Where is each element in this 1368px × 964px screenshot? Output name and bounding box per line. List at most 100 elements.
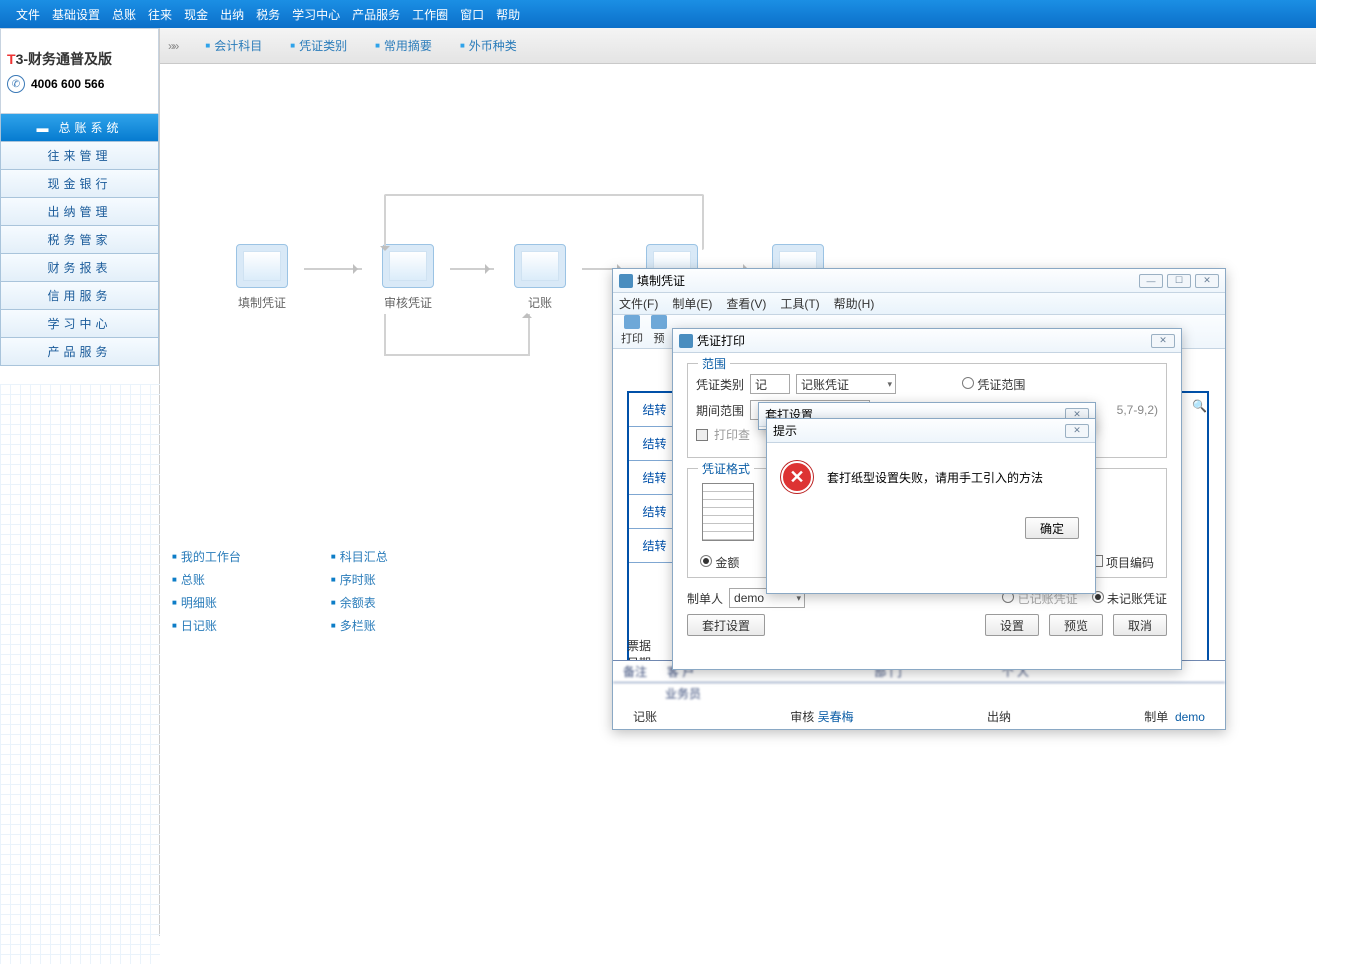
menu-cashier[interactable]: 出纳 <box>214 6 250 23</box>
alert-dialog: 提示 ✕ ✕ 套打纸型设置失败，请用手工引入的方法 确定 <box>766 418 1096 594</box>
brand-t: T <box>7 51 16 67</box>
voucher-footer: 备注 客 户 部 门 个 人 业务员 记账 审核 吴春梅 出纳 制单 demo <box>613 660 1225 729</box>
ql-balance[interactable]: 余额表 <box>331 594 388 611</box>
alert-titlebar[interactable]: 提示 ✕ <box>767 419 1095 443</box>
flow-line <box>384 194 704 250</box>
ql-subject-sum[interactable]: 科目汇总 <box>331 548 388 565</box>
sidebar-grid-bg <box>0 384 160 964</box>
lbl-amount: 金额 <box>715 556 739 570</box>
close-button[interactable]: ✕ <box>1151 334 1175 348</box>
lbl-vrange: 凭证范围 <box>977 378 1025 392</box>
voucher-window-title: 填制凭证 <box>637 272 685 289</box>
btn-taoda-setting[interactable]: 套打设置 <box>687 614 765 636</box>
print-dialog-titlebar[interactable]: 凭证打印 ✕ <box>673 329 1181 353</box>
tb-preview[interactable]: 预 <box>649 315 669 346</box>
tb-print[interactable]: 打印 <box>619 315 645 346</box>
menu-tax[interactable]: 税务 <box>250 6 286 23</box>
legend-format: 凭证格式 <box>698 460 754 477</box>
app-icon <box>679 334 693 348</box>
nav-list: ▬总账系统 往来管理 现金银行 出纳管理 税务管家 财务报表 信用服务 学习中心… <box>0 114 159 366</box>
alert-message: 套打纸型设置失败，请用手工引入的方法 <box>827 469 1043 486</box>
vmenu-view[interactable]: 查看(V) <box>726 295 766 312</box>
menu-product[interactable]: 产品服务 <box>346 6 406 23</box>
flow-post[interactable]: 记账 <box>500 244 580 311</box>
menu-window[interactable]: 窗口 <box>454 6 490 23</box>
ok-button[interactable]: 确定 <box>1025 517 1079 539</box>
lbl-creator: 制单人 <box>687 590 723 607</box>
preview-icon <box>651 315 667 329</box>
arrow-icon <box>304 268 362 270</box>
menu-file[interactable]: 文件 <box>10 6 46 23</box>
nav-product[interactable]: 产品服务 <box>0 338 159 366</box>
ql-gl[interactable]: 总账 <box>172 571 241 588</box>
nav-gl-system[interactable]: ▬总账系统 <box>0 114 159 142</box>
sublink-account[interactable]: 会计科目 <box>205 37 262 54</box>
menu-help[interactable]: 帮助 <box>490 6 526 23</box>
ql-detail[interactable]: 明细账 <box>172 594 241 611</box>
lbl-cashier: 出纳 <box>987 708 1011 725</box>
sub-toolbar: »» 会计科目 凭证类别 常用摘要 外币种类 <box>160 28 1316 64</box>
menu-cash[interactable]: 现金 <box>178 6 214 23</box>
hotline: ✆ 4006 600 566 <box>7 75 152 93</box>
menu-workcircle[interactable]: 工作圈 <box>406 6 454 23</box>
ql-workbench[interactable]: 我的工作台 <box>172 548 241 565</box>
btn-setting[interactable]: 设置 <box>985 614 1039 636</box>
nav-cashier-mgmt[interactable]: 出纳管理 <box>0 198 159 226</box>
lbl-showcode: 项目编码 <box>1106 556 1154 570</box>
ql-multicol[interactable]: 多栏账 <box>331 617 388 634</box>
lbl-remark: 备注 <box>623 663 647 680</box>
sidebar: T3-财务通普及版 ✆ 4006 600 566 ▬总账系统 往来管理 现金银行… <box>0 28 160 936</box>
sublink-vtype[interactable]: 凭证类别 <box>290 37 347 54</box>
nav-cash-bank[interactable]: 现金银行 <box>0 170 159 198</box>
chk-printq <box>696 429 708 441</box>
legend-range: 范围 <box>698 355 730 372</box>
quick-links: 我的工作台 总账 明细账 日记账 科目汇总 序时账 余额表 多栏账 <box>172 548 388 634</box>
voucher-window-menu: 文件(F) 制单(E) 查看(V) 工具(T) 帮助(H) <box>613 293 1225 315</box>
close-button[interactable]: ✕ <box>1195 274 1219 288</box>
nav-ar-mgmt[interactable]: 往来管理 <box>0 142 159 170</box>
minimize-button[interactable]: — <box>1139 274 1163 288</box>
voucher-window-titlebar[interactable]: 填制凭证 — ☐ ✕ <box>613 269 1225 293</box>
menu-gl[interactable]: 总账 <box>106 6 142 23</box>
btn-preview[interactable]: 预览 <box>1049 614 1103 636</box>
radio-vrange[interactable] <box>962 377 974 389</box>
type-long-combo[interactable]: 记账凭证 <box>796 374 896 394</box>
vmenu-tool[interactable]: 工具(T) <box>780 295 819 312</box>
menu-ar[interactable]: 往来 <box>142 6 178 23</box>
top-menu-bar: 文件 基础设置 总账 往来 现金 出纳 税务 学习中心 产品服务 工作圈 窗口 … <box>0 0 1316 28</box>
nav-credit[interactable]: 信用服务 <box>0 282 159 310</box>
vmenu-file[interactable]: 文件(F) <box>619 295 658 312</box>
lbl-voucher-type: 凭证类别 <box>696 376 744 393</box>
menu-learn[interactable]: 学习中心 <box>286 6 346 23</box>
lbl-period: 期间范围 <box>696 402 744 419</box>
type-short-field[interactable]: 记 <box>750 374 790 394</box>
alert-title: 提示 <box>773 422 797 439</box>
lbl-printq: 打印查 <box>714 426 750 443</box>
expand-icon[interactable]: »» <box>168 39 177 53</box>
print-dialog-title: 凭证打印 <box>697 332 745 349</box>
search-icon[interactable]: 🔍 <box>1192 399 1207 413</box>
error-icon: ✕ <box>781 461 813 493</box>
app-icon <box>619 274 633 288</box>
nav-learn[interactable]: 学习中心 <box>0 310 159 338</box>
ql-chrono[interactable]: 序时账 <box>331 571 388 588</box>
flow-create-voucher[interactable]: 填制凭证 <box>222 244 302 311</box>
format-thumb-icon <box>702 483 754 541</box>
btn-cancel[interactable]: 取消 <box>1113 614 1167 636</box>
sublink-summary[interactable]: 常用摘要 <box>375 37 432 54</box>
alert-body: ✕ 套打纸型设置失败，请用手工引入的方法 <box>767 443 1095 517</box>
vmenu-help[interactable]: 帮助(H) <box>834 295 875 312</box>
printer-icon <box>624 315 640 329</box>
sublink-currency[interactable]: 外币种类 <box>460 37 517 54</box>
nav-tax-mgmt[interactable]: 税务管家 <box>0 226 159 254</box>
ql-journal[interactable]: 日记账 <box>172 617 241 634</box>
vmenu-edit[interactable]: 制单(E) <box>672 295 712 312</box>
maximize-button[interactable]: ☐ <box>1167 274 1191 288</box>
lbl-audit: 审核 吴春梅 <box>790 708 853 725</box>
radio-amount[interactable] <box>700 555 712 567</box>
lbl-maker: 制单 demo <box>1144 708 1205 725</box>
nav-fin-report[interactable]: 财务报表 <box>0 254 159 282</box>
close-button[interactable]: ✕ <box>1065 424 1089 438</box>
phone-icon: ✆ <box>7 75 25 93</box>
menu-basic[interactable]: 基础设置 <box>46 6 106 23</box>
